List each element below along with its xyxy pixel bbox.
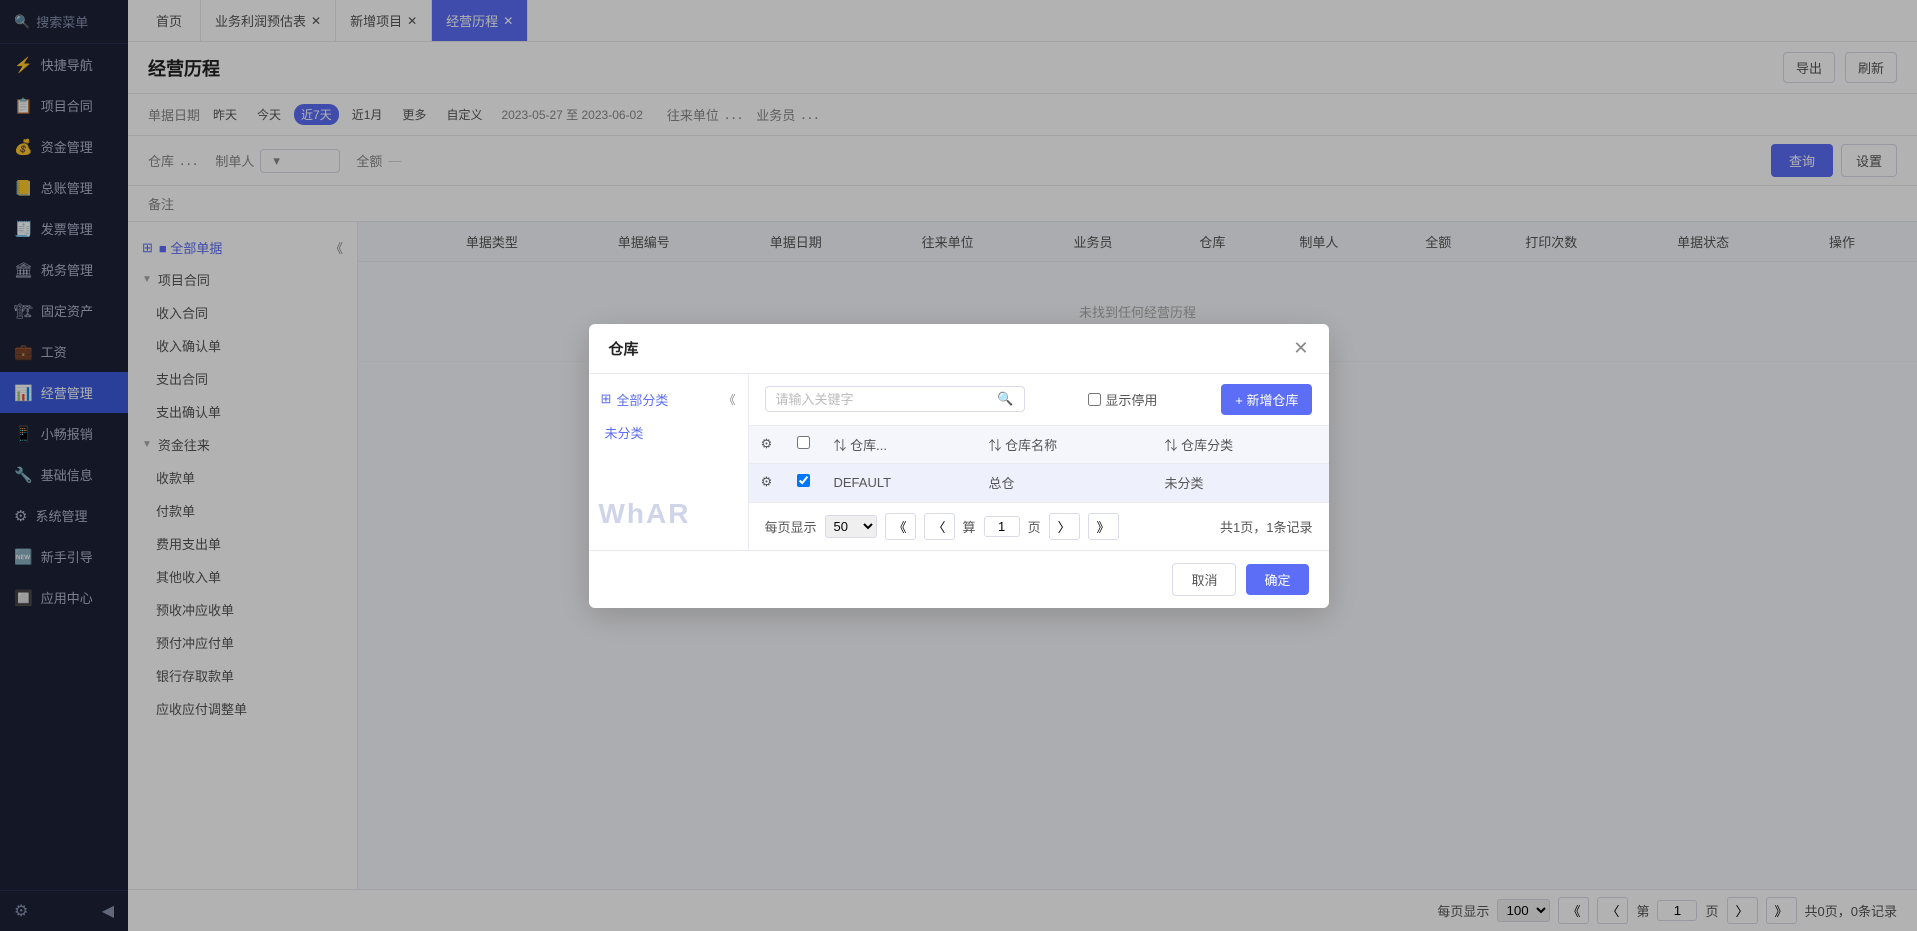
modal-per-page-label: 每页显示 bbox=[765, 517, 817, 536]
modal-left-panel: ⊞ 全部分类 《 未分类 WhAR bbox=[589, 374, 749, 550]
modal-search-input[interactable] bbox=[776, 392, 992, 407]
show-disabled-text: 显示停用 bbox=[1105, 390, 1157, 409]
row-code: DEFAULT bbox=[822, 463, 977, 501]
th-code-label: ⇅ 仓库... bbox=[834, 438, 887, 453]
modal-tree-scroll: 未分类 bbox=[589, 415, 748, 468]
modal-actions: 取消 确定 bbox=[589, 550, 1329, 608]
modal-left-collapse-icon[interactable]: 《 bbox=[723, 391, 735, 408]
modal-close-icon[interactable]: ✕ bbox=[1293, 338, 1308, 359]
modal-right-panel: 🔍 显示停用 + 新增仓库 ⚙ bbox=[749, 374, 1329, 550]
modal-table-wrap: ⚙ ⇅ 仓库... ⇅ 仓库名称 ⇅ 仓库分类 bbox=[749, 426, 1329, 502]
modal-search-box: 🔍 bbox=[765, 386, 1025, 412]
row-select-checkbox[interactable] bbox=[797, 474, 810, 487]
modal-all-label[interactable]: ⊞ 全部分类 bbox=[601, 390, 669, 409]
row-category: 未分类 bbox=[1152, 463, 1328, 501]
cancel-button[interactable]: 取消 bbox=[1172, 563, 1236, 596]
th-category[interactable]: ⇅ 仓库分类 bbox=[1152, 426, 1328, 464]
table-row[interactable]: ⚙ DEFAULT 总仓 未分类 bbox=[749, 463, 1329, 501]
modal-total-label: 共1页，1条记录 bbox=[1220, 517, 1312, 536]
modal-table-header: ⚙ ⇅ 仓库... ⇅ 仓库名称 ⇅ 仓库分类 bbox=[749, 426, 1329, 464]
row-name: 总仓 bbox=[976, 463, 1152, 501]
select-all-checkbox[interactable] bbox=[797, 436, 810, 449]
show-disabled-checkbox[interactable] bbox=[1088, 393, 1101, 406]
modal-per-page-select[interactable]: 50 20 100 bbox=[825, 515, 877, 538]
th-code[interactable]: ⇅ 仓库... bbox=[822, 426, 977, 464]
modal-table: ⚙ ⇅ 仓库... ⇅ 仓库名称 ⇅ 仓库分类 bbox=[749, 426, 1329, 502]
modal-footer-left: 每页显示 50 20 100 《 〈 算 页 〉 》 bbox=[765, 513, 1119, 540]
modal-overlay[interactable]: 仓库 ✕ ⊞ 全部分类 《 未分类 WhAR bbox=[0, 0, 1917, 931]
th-checkbox bbox=[785, 426, 822, 464]
th-name-label: ⇅ 仓库名称 bbox=[988, 438, 1057, 453]
modal-footer: 每页显示 50 20 100 《 〈 算 页 〉 》 bbox=[749, 502, 1329, 550]
add-warehouse-button[interactable]: + 新增仓库 bbox=[1221, 384, 1312, 415]
th-category-label: ⇅ 仓库分类 bbox=[1164, 438, 1233, 453]
modal-left-header: ⊞ 全部分类 《 bbox=[589, 384, 748, 415]
watermark-text: WhAR bbox=[589, 467, 748, 540]
grid-icon-modal: ⊞ bbox=[601, 391, 612, 407]
row-settings: ⚙ bbox=[749, 463, 785, 501]
modal-next-page[interactable]: 〉 bbox=[1049, 513, 1080, 540]
show-disabled-label[interactable]: 显示停用 bbox=[1088, 390, 1157, 409]
modal-page-input[interactable] bbox=[984, 516, 1020, 537]
modal-page-suffix: 页 bbox=[1028, 517, 1041, 536]
modal-category-uncategorized[interactable]: 未分类 bbox=[589, 415, 748, 450]
warehouse-modal: 仓库 ✕ ⊞ 全部分类 《 未分类 WhAR bbox=[589, 324, 1329, 608]
modal-first-page[interactable]: 《 bbox=[885, 513, 916, 540]
modal-body: ⊞ 全部分类 《 未分类 WhAR bbox=[589, 374, 1329, 550]
modal-title: 仓库 bbox=[609, 338, 639, 359]
modal-options: 显示停用 bbox=[1088, 390, 1157, 409]
uncategorized-label: 未分类 bbox=[605, 426, 644, 441]
modal-footer-right: 共1页，1条记录 bbox=[1220, 517, 1312, 536]
confirm-button[interactable]: 确定 bbox=[1246, 564, 1308, 595]
row-checkbox bbox=[785, 463, 822, 501]
modal-last-page[interactable]: 》 bbox=[1088, 513, 1119, 540]
th-settings: ⚙ bbox=[749, 426, 785, 464]
modal-toolbar: 🔍 显示停用 + 新增仓库 bbox=[749, 374, 1329, 426]
th-name[interactable]: ⇅ 仓库名称 bbox=[976, 426, 1152, 464]
modal-header: 仓库 ✕ bbox=[589, 324, 1329, 374]
modal-prev-page[interactable]: 〈 bbox=[924, 513, 955, 540]
modal-page-label: 算 bbox=[963, 517, 976, 536]
modal-all-text: 全部分类 bbox=[616, 390, 668, 409]
modal-search-icon: 🔍 bbox=[997, 391, 1013, 407]
